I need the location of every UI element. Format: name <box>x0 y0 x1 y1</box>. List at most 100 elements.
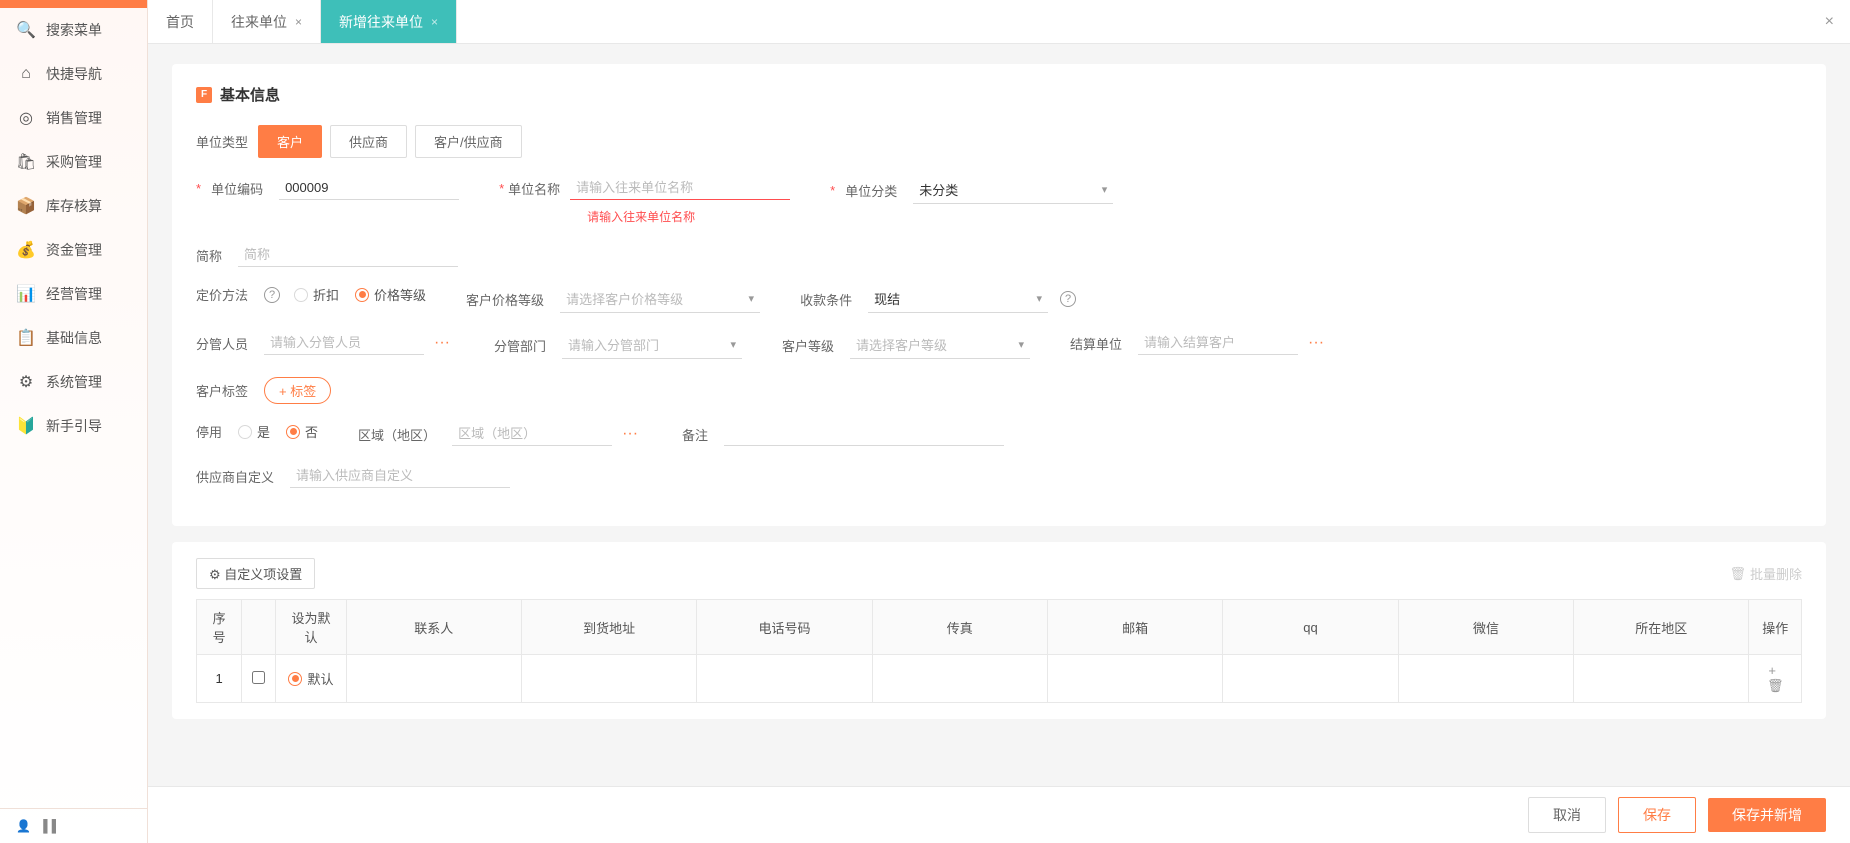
disabled-label: 停用 <box>196 422 222 441</box>
supervisor-dots-btn[interactable]: ··· <box>430 334 454 352</box>
customer-price-level-placeholder: 请选择客户价格等级 <box>566 289 683 308</box>
unit-category-select[interactable]: 未分类 ▾ <box>913 176 1113 204</box>
radio-price-level[interactable]: 价格等级 <box>355 285 426 304</box>
row-region-input[interactable] <box>1584 671 1738 686</box>
customize-btn[interactable]: ⚙ 自定义项设置 <box>196 558 315 589</box>
radio-discount-label: 折扣 <box>313 285 339 304</box>
footer: 取消 保存 保存并新增 <box>148 786 1850 843</box>
system-icon: ⚙ <box>16 372 36 392</box>
region-dots-btn[interactable]: ··· <box>618 425 642 443</box>
row-wechat-input[interactable] <box>1409 671 1563 686</box>
type-btn-supplier[interactable]: 供应商 <box>330 125 407 158</box>
sidebar-item-sales[interactable]: ◎ 销售管理 <box>0 96 147 140</box>
row-wechat[interactable] <box>1398 655 1573 703</box>
customer-tag-row: 客户标签 + 标签 <box>196 377 1802 404</box>
sidebar-item-search[interactable]: 🔍 搜索菜单 <box>0 8 147 52</box>
radio-disabled-no[interactable]: 否 <box>286 422 318 441</box>
cancel-button[interactable]: 取消 <box>1528 797 1606 833</box>
supplier-custom-row: 供应商自定义 <box>196 464 1802 488</box>
row-address-input[interactable] <box>532 671 686 686</box>
save-new-button[interactable]: 保存并新增 <box>1708 798 1826 832</box>
type-btn-customer[interactable]: 客户 <box>258 125 322 158</box>
section-title-icon: F <box>196 87 212 103</box>
tab-partners-close[interactable]: × <box>295 15 302 29</box>
sidebar-item-beginner[interactable]: 🔰 新手引导 <box>0 404 147 448</box>
tab-new-partner[interactable]: 新增往来单位 × <box>321 0 457 43</box>
row-fax[interactable] <box>872 655 1047 703</box>
region-container: 区域（地区） ··· <box>358 422 642 446</box>
settlement-unit-input[interactable] <box>1138 331 1298 355</box>
department-placeholder: 请输入分管部门 <box>568 335 659 354</box>
sidebar-bottom-label: ▐▐ <box>39 819 56 833</box>
unit-code-label: 单位编码 <box>211 179 263 198</box>
short-name-input[interactable] <box>238 243 458 267</box>
batch-delete-btn[interactable]: 🗑 批量删除 <box>1729 564 1802 583</box>
department-select[interactable]: 请输入分管部门 ▾ <box>562 331 742 359</box>
col-wechat: 微信 <box>1398 600 1573 655</box>
sidebar-system-label: 系统管理 <box>46 372 102 392</box>
supervisor-container: 分管人员 ··· <box>196 331 454 355</box>
sidebar-item-inventory[interactable]: 📦 库存核算 <box>0 184 147 228</box>
sidebar-bottom-icon: 👤 <box>16 819 31 833</box>
row-id: 1 <box>197 655 242 703</box>
col-default: 设为默认 <box>276 600 346 655</box>
row-add-btn[interactable]: + <box>1768 663 1776 678</box>
short-name-container: 简称 <box>196 243 458 267</box>
pricing-help-icon[interactable]: ? <box>264 287 280 303</box>
supplier-custom-input[interactable] <box>290 464 510 488</box>
unit-code-input[interactable] <box>279 176 459 200</box>
row-phone-input[interactable] <box>707 671 861 686</box>
customer-level-placeholder: 请选择客户等级 <box>856 335 947 354</box>
global-close-button[interactable]: × <box>1809 13 1850 31</box>
unit-name-label: 单位名称 <box>508 179 560 198</box>
sidebar-operations-label: 经营管理 <box>46 284 102 304</box>
row-action: + 🗑 <box>1749 655 1802 703</box>
sidebar-item-operations[interactable]: 📊 经营管理 <box>0 272 147 316</box>
save-button[interactable]: 保存 <box>1618 797 1696 833</box>
row-email-input[interactable] <box>1058 671 1212 686</box>
payment-terms-select[interactable]: 现结 ▾ <box>868 285 1048 313</box>
tab-new-partner-close[interactable]: × <box>431 15 438 29</box>
sidebar-item-purchase[interactable]: 🛍 采购管理 <box>0 140 147 184</box>
row-phone[interactable] <box>697 655 872 703</box>
row-fax-input[interactable] <box>883 671 1037 686</box>
sidebar-item-finance[interactable]: 💰 资金管理 <box>0 228 147 272</box>
row-contact[interactable] <box>346 655 521 703</box>
row-checkbox[interactable] <box>242 655 276 703</box>
region-input[interactable] <box>452 422 612 446</box>
customer-level-select[interactable]: 请选择客户等级 ▾ <box>850 331 1030 359</box>
supervisor-input[interactable] <box>264 331 424 355</box>
unit-name-input[interactable] <box>570 176 790 200</box>
radio-disabled-no-circle <box>286 425 300 439</box>
row-del-btn[interactable]: 🗑 <box>1767 678 1784 693</box>
row-region[interactable] <box>1574 655 1749 703</box>
radio-discount[interactable]: 折扣 <box>294 285 339 304</box>
row-contact-input[interactable] <box>357 671 511 686</box>
tab-partners[interactable]: 往来单位 × <box>213 0 321 43</box>
department-chevron: ▾ <box>730 338 736 351</box>
add-tag-button[interactable]: + 标签 <box>264 377 331 404</box>
customer-level-container: 客户等级 请选择客户等级 ▾ <box>782 331 1030 359</box>
row-email[interactable] <box>1047 655 1222 703</box>
pricing-row: 定价方法 ? 折扣 价格等级 客户价格等级 <box>196 285 1802 313</box>
disabled-container: 停用 是 否 <box>196 422 318 441</box>
short-name-label: 简称 <box>196 246 222 265</box>
remark-input[interactable] <box>724 422 1004 446</box>
customer-tag-container: 客户标签 + 标签 <box>196 377 331 404</box>
payment-terms-help-icon[interactable]: ? <box>1060 291 1076 307</box>
type-btn-both[interactable]: 客户/供应商 <box>415 125 522 158</box>
sidebar-item-system[interactable]: ⚙ 系统管理 <box>0 360 147 404</box>
radio-disabled-yes[interactable]: 是 <box>238 422 270 441</box>
sidebar-item-quick-nav[interactable]: ⌂ 快捷导航 <box>0 52 147 96</box>
section-title: F 基本信息 <box>196 84 1802 105</box>
settlement-unit-dots-btn[interactable]: ··· <box>1304 334 1328 352</box>
row-default-radio[interactable]: 默认 <box>286 669 335 688</box>
row-checkbox-input[interactable] <box>252 671 265 684</box>
row-qq[interactable] <box>1223 655 1399 703</box>
sidebar-item-basic-info[interactable]: 📋 基础信息 <box>0 316 147 360</box>
customer-price-level-select[interactable]: 请选择客户价格等级 ▾ <box>560 285 760 313</box>
short-name-row: 简称 <box>196 243 1802 267</box>
row-address[interactable] <box>521 655 696 703</box>
row-qq-input[interactable] <box>1233 671 1388 686</box>
tab-home[interactable]: 首页 <box>148 0 213 43</box>
